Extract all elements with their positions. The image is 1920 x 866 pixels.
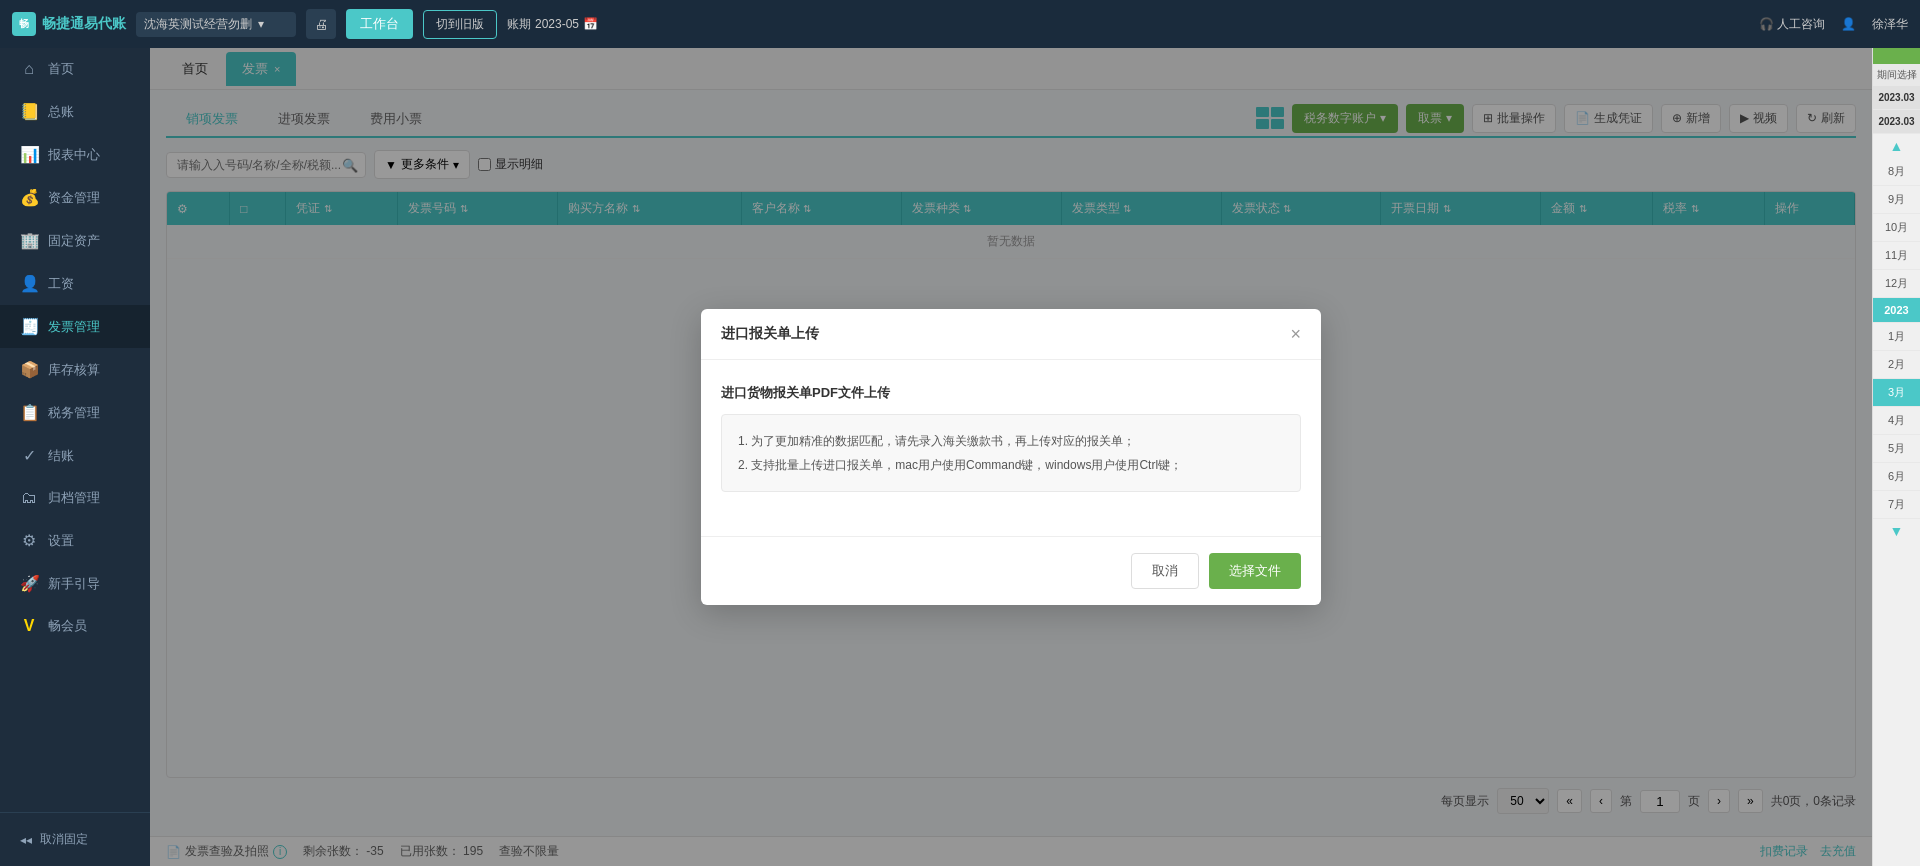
- company-selector[interactable]: 沈海英测试经营勿删 ▾: [136, 12, 296, 37]
- reports-icon: 📊: [20, 145, 38, 164]
- sidebar-label-archive: 归档管理: [48, 489, 100, 507]
- sidebar-item-ledger[interactable]: 📒 总账: [0, 90, 150, 133]
- sidebar: ⌂ 首页 📒 总账 📊 报表中心 💰 资金管理 🏢 固定资产 👤 工资: [0, 48, 150, 866]
- home-icon: ⌂: [20, 60, 38, 78]
- month-2023-header: 2023.03: [1873, 110, 1920, 134]
- import-customs-modal: 进口报关单上传 × 进口货物报关单PDF文件上传 1. 为了更加精准的数据匹配，…: [701, 309, 1321, 605]
- year-2023: 2023: [1873, 298, 1920, 323]
- company-name: 沈海英测试经营勿删: [144, 16, 252, 33]
- sidebar-label-guide: 新手引导: [48, 575, 100, 593]
- sidebar-label-inventory: 库存核算: [48, 361, 100, 379]
- member-icon: V: [20, 617, 38, 635]
- archive-icon: 🗂: [20, 489, 38, 507]
- modal-close-button[interactable]: ×: [1290, 325, 1301, 343]
- ledger-icon: 📒: [20, 102, 38, 121]
- month-2[interactable]: 2月: [1873, 351, 1920, 379]
- modal-info-item-2: 2. 支持批量上传进口报关单，mac用户使用Command键，windows用户…: [738, 453, 1284, 477]
- sidebar-item-settlement[interactable]: ✓ 结账: [0, 434, 150, 477]
- top-right: 🎧 人工咨询 👤 徐泽华: [1759, 16, 1908, 33]
- month-11[interactable]: 11月: [1873, 242, 1920, 270]
- sidebar-label-invoices: 发票管理: [48, 318, 100, 336]
- month-7[interactable]: 7月: [1873, 491, 1920, 519]
- modal-cancel-button[interactable]: 取消: [1131, 553, 1199, 589]
- workspace-button[interactable]: 工作台: [346, 9, 413, 39]
- logo-icon: 畅: [12, 12, 36, 36]
- scroll-down-button[interactable]: ▼: [1873, 519, 1920, 543]
- sidebar-item-archive[interactable]: 🗂 归档管理: [0, 477, 150, 519]
- guide-icon: 🚀: [20, 574, 38, 593]
- sidebar-label-reports: 报表中心: [48, 146, 100, 164]
- right-panel: 开启已到 期间选择 2023.03 2023.03 ▲ 8月 9月 10月 11…: [1872, 48, 1920, 866]
- invoices-icon: 🧾: [20, 317, 38, 336]
- period-select-label: 期间选择: [1873, 64, 1920, 86]
- modal-header: 进口报关单上传 ×: [701, 309, 1321, 360]
- sidebar-label-payroll: 工资: [48, 275, 74, 293]
- month-5[interactable]: 5月: [1873, 435, 1920, 463]
- sidebar-item-member[interactable]: V 畅会员: [0, 605, 150, 647]
- print-icon-btn[interactable]: 🖨: [306, 9, 336, 39]
- sidebar-item-inventory[interactable]: 📦 库存核算: [0, 348, 150, 391]
- sidebar-label-home: 首页: [48, 60, 74, 78]
- sidebar-label-tax: 税务管理: [48, 404, 100, 422]
- pin-icon: ◂◂: [20, 833, 32, 847]
- inventory-icon: 📦: [20, 360, 38, 379]
- modal-info-box: 1. 为了更加精准的数据匹配，请先录入海关缴款书，再上传对应的报关单； 2. 支…: [721, 414, 1301, 492]
- month-9[interactable]: 9月: [1873, 186, 1920, 214]
- dropdown-icon: ▾: [258, 17, 264, 31]
- headset-icon: 🎧: [1759, 17, 1774, 31]
- sidebar-label-assets: 固定资产: [48, 232, 100, 250]
- month-12[interactable]: 12月: [1873, 270, 1920, 298]
- switch-version-button[interactable]: 切到旧版: [423, 10, 497, 39]
- sidebar-item-reports[interactable]: 📊 报表中心: [0, 133, 150, 176]
- sidebar-label-settlement: 结账: [48, 447, 74, 465]
- modal-title: 进口报关单上传: [721, 325, 819, 343]
- month-3[interactable]: 3月: [1873, 379, 1920, 407]
- settlement-icon: ✓: [20, 446, 38, 465]
- settings-icon: ⚙: [20, 531, 38, 550]
- sidebar-item-funds[interactable]: 💰 资金管理: [0, 176, 150, 219]
- app-name: 畅捷通易代账: [42, 15, 126, 33]
- modal-info-item-1: 1. 为了更加精准的数据匹配，请先录入海关缴款书，再上传对应的报关单；: [738, 429, 1284, 453]
- modal-select-file-button[interactable]: 选择文件: [1209, 553, 1301, 589]
- payroll-icon: 👤: [20, 274, 38, 293]
- sidebar-item-home[interactable]: ⌂ 首页: [0, 48, 150, 90]
- month-4[interactable]: 4月: [1873, 407, 1920, 435]
- modal-section-title: 进口货物报关单PDF文件上传: [721, 384, 1301, 402]
- month-8[interactable]: 8月: [1873, 158, 1920, 186]
- month-10[interactable]: 10月: [1873, 214, 1920, 242]
- period-label: 账期: [507, 16, 531, 33]
- open-period-button[interactable]: 开启已到: [1873, 48, 1920, 64]
- sidebar-label-member: 畅会员: [48, 617, 87, 635]
- month-1[interactable]: 1月: [1873, 323, 1920, 351]
- modal-body: 进口货物报关单PDF文件上传 1. 为了更加精准的数据匹配，请先录入海关缴款书，…: [701, 360, 1321, 536]
- sidebar-item-invoices[interactable]: 🧾 发票管理: [0, 305, 150, 348]
- assets-icon: 🏢: [20, 231, 38, 250]
- funds-icon: 💰: [20, 188, 38, 207]
- sidebar-label-funds: 资金管理: [48, 189, 100, 207]
- user-name: 徐泽华: [1872, 16, 1908, 33]
- app-logo: 畅 畅捷通易代账: [12, 12, 126, 36]
- scroll-up-button[interactable]: ▲: [1873, 134, 1920, 158]
- sidebar-item-tax[interactable]: 📋 税务管理: [0, 391, 150, 434]
- modal-footer: 取消 选择文件: [701, 536, 1321, 605]
- month-6[interactable]: 6月: [1873, 463, 1920, 491]
- top-bar: 畅 畅捷通易代账 沈海英测试经营勿删 ▾ 🖨 工作台 切到旧版 账期 2023-…: [0, 0, 1920, 48]
- user-avatar: 👤: [1841, 17, 1856, 31]
- modal-overlay: 进口报关单上传 × 进口货物报关单PDF文件上传 1. 为了更加精准的数据匹配，…: [150, 48, 1872, 866]
- support-label[interactable]: 🎧 人工咨询: [1759, 16, 1825, 33]
- content-area: 首页 发票 × 销项发票 进项发票 费用小票: [150, 48, 1872, 866]
- sidebar-pin-toggle[interactable]: ◂◂ 取消固定: [0, 823, 150, 856]
- month-2022-header: 2023.03: [1873, 86, 1920, 110]
- sidebar-label-settings: 设置: [48, 532, 74, 550]
- pin-label: 取消固定: [40, 831, 88, 848]
- sidebar-item-payroll[interactable]: 👤 工资: [0, 262, 150, 305]
- sidebar-item-settings[interactable]: ⚙ 设置: [0, 519, 150, 562]
- sidebar-item-guide[interactable]: 🚀 新手引导: [0, 562, 150, 605]
- sidebar-label-ledger: 总账: [48, 103, 74, 121]
- calendar-icon[interactable]: 📅: [583, 17, 598, 31]
- period-value: 2023-05: [535, 17, 579, 31]
- sidebar-item-assets[interactable]: 🏢 固定资产: [0, 219, 150, 262]
- period-info: 账期 2023-05 📅: [507, 16, 598, 33]
- tax-icon: 📋: [20, 403, 38, 422]
